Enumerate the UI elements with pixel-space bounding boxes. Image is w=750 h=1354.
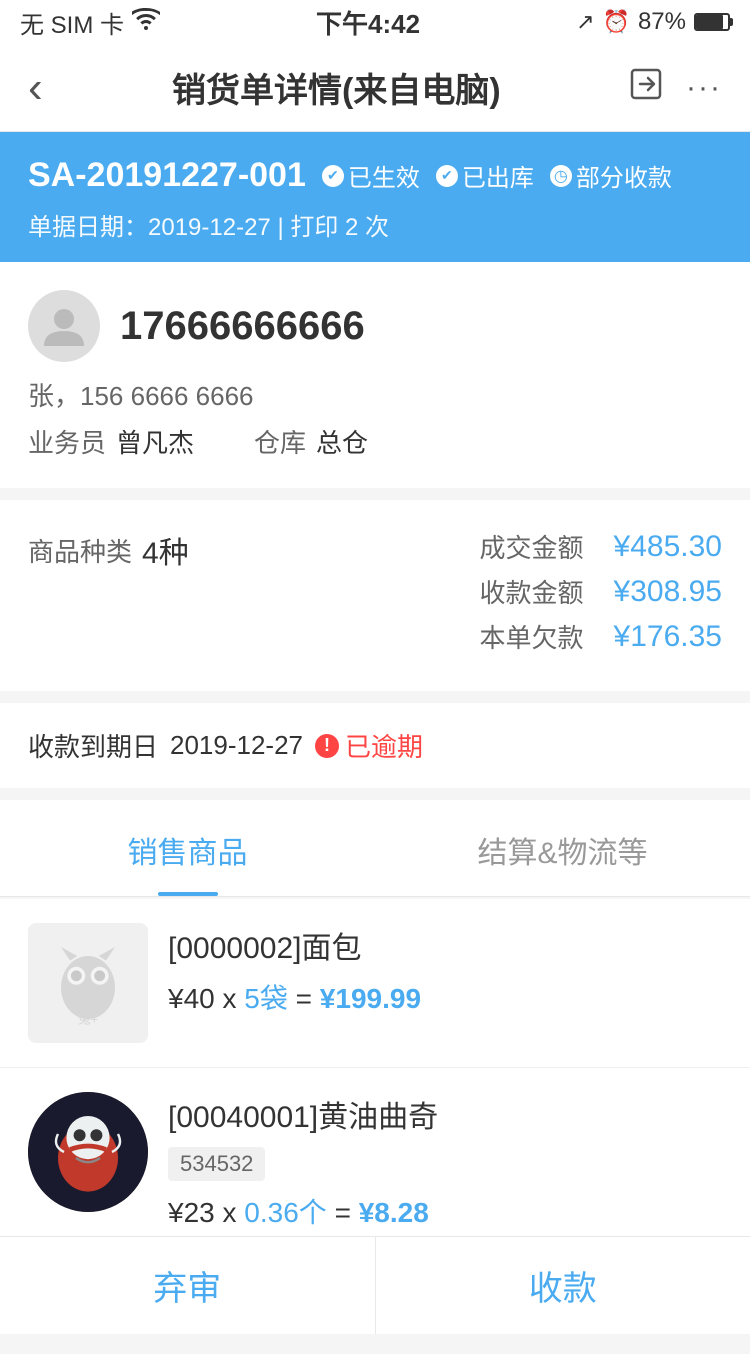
warehouse-name: 总仓 — [316, 423, 368, 460]
product-name-1: [0000002]面包 — [168, 923, 722, 967]
location-icon: ↗ — [576, 9, 594, 35]
badge-shipped: ✔ 已出库 — [436, 158, 534, 193]
order-header: SA-20191227-001 ✔ 已生效 ✔ 已出库 ◷ 部分收款 单据日期：… — [0, 132, 750, 262]
badge-effective-label: 已生效 — [348, 158, 420, 193]
product-price-1: ¥40 x 5袋 = ¥199.99 — [168, 977, 722, 1017]
badge-effective: ✔ 已生效 — [322, 158, 420, 193]
back-button[interactable]: ‹ — [28, 63, 43, 113]
product-item-2: [00040001]黄油曲奇 534532 ¥23 x 0.36个 = ¥8.2… — [0, 1068, 750, 1256]
order-id: SA-20191227-001 — [28, 156, 306, 195]
due-section: 收款到期日 2019-12-27 ! 已逾期 — [0, 703, 750, 788]
staff-name: 曾凡杰 — [116, 423, 194, 460]
customer-staff: 业务员 曾凡杰 仓库 总仓 — [28, 423, 722, 460]
collect-button[interactable]: 收款 — [376, 1237, 750, 1334]
product-item: 兔+ [0000002]面包 ¥40 x 5袋 = ¥199.99 — [0, 899, 750, 1068]
status-bar: 无 SIM 卡 下午4:42 ↗ ⏰ 87% — [0, 0, 750, 44]
collected-row: 收款金额 ¥308.95 — [480, 573, 722, 610]
unit-price-2: ¥23 — [168, 1197, 215, 1228]
summary-row: 商品种类 4种 成交金额 ¥485.30 收款金额 ¥308.95 本单欠款 ¥… — [28, 528, 722, 663]
bottom-bar: 弃审 收款 — [0, 1236, 750, 1334]
quantity-2: 0.36个 — [244, 1197, 327, 1228]
owed-value: ¥176.35 — [614, 620, 722, 654]
battery-icon — [694, 13, 730, 31]
summary-right: 成交金额 ¥485.30 收款金额 ¥308.95 本单欠款 ¥176.35 — [480, 528, 722, 663]
collected-label: 收款金额 — [480, 573, 584, 610]
summary-section: 商品种类 4种 成交金额 ¥485.30 收款金额 ¥308.95 本单欠款 ¥… — [0, 500, 750, 691]
product-types-label: 商品种类 — [28, 532, 132, 569]
wifi-icon — [132, 8, 160, 37]
collect-label: 收款 — [529, 1261, 597, 1310]
nav-left: ‹ — [28, 63, 43, 113]
customer-phone: 17666666666 — [120, 304, 365, 349]
product-types-value: 4种 — [142, 528, 189, 572]
check-icon-effective: ✔ — [322, 165, 344, 187]
quantity-1: 5袋 — [244, 983, 288, 1014]
tabs-header: 销售商品 结算&物流等 — [0, 800, 750, 897]
alarm-icon: ⏰ — [603, 9, 630, 35]
product-info-1: [0000002]面包 ¥40 x 5袋 = ¥199.99 — [168, 923, 722, 1017]
tabs-section: 销售商品 结算&物流等 — [0, 800, 750, 897]
svg-text:兔+: 兔+ — [78, 1013, 98, 1027]
products-section: 兔+ [0000002]面包 ¥40 x 5袋 = ¥199.99 — [0, 899, 750, 1256]
page-title: 销货单详情(来自电脑) — [172, 63, 501, 112]
owed-label: 本单欠款 — [480, 618, 584, 655]
order-meta: 单据日期：2019-12-27 | 打印 2 次 — [28, 207, 722, 242]
product-sku-2: 534532 — [168, 1147, 265, 1181]
product-thumb-2 — [28, 1092, 148, 1212]
summary-left: 商品种类 4种 — [28, 528, 189, 572]
clock-icon-partial: ◷ — [550, 165, 572, 187]
collected-value: ¥308.95 — [614, 575, 722, 609]
nav-bar: ‹ 销货单详情(来自电脑) ··· — [0, 44, 750, 132]
check-icon-shipped: ✔ — [436, 165, 458, 187]
badge-shipped-label: 已出库 — [462, 158, 534, 193]
total-price-1: ¥199.99 — [320, 983, 421, 1014]
reject-button[interactable]: 弃审 — [0, 1237, 376, 1334]
product-code-1: [0000002] — [168, 932, 301, 965]
order-date: 单据日期：2019-12-27 — [28, 214, 271, 241]
order-print: | 打印 2 次 — [277, 214, 389, 241]
product-types-row: 商品种类 4种 — [28, 528, 189, 572]
tab-sales[interactable]: 销售商品 — [0, 800, 375, 896]
owed-row: 本单欠款 ¥176.35 — [480, 618, 722, 655]
status-badges: ✔ 已生效 ✔ 已出库 ◷ 部分收款 — [322, 158, 672, 193]
warehouse-item: 仓库 总仓 — [254, 423, 368, 460]
tab-settle-label: 结算&物流等 — [477, 837, 647, 870]
customer-name: 张，156 6666 6666 — [28, 376, 722, 413]
product-price-2: ¥23 x 0.36个 = ¥8.28 — [168, 1191, 722, 1231]
product-info-2: [00040001]黄油曲奇 534532 ¥23 x 0.36个 = ¥8.2… — [168, 1092, 722, 1231]
share-icon[interactable] — [630, 68, 662, 108]
tab-settle[interactable]: 结算&物流等 — [375, 800, 750, 896]
warehouse-label: 仓库 — [254, 423, 306, 460]
product-code-2: [00040001] — [168, 1101, 318, 1134]
order-header-top: SA-20191227-001 ✔ 已生效 ✔ 已出库 ◷ 部分收款 — [28, 156, 722, 195]
nav-right: ··· — [630, 68, 722, 108]
status-time: 下午4:42 — [316, 4, 420, 41]
product-name-2: [00040001]黄油曲奇 — [168, 1092, 722, 1136]
overdue-badge: ! 已逾期 — [315, 727, 423, 764]
customer-top: 17666666666 — [28, 290, 722, 362]
reject-label: 弃审 — [153, 1261, 221, 1310]
tab-sales-label: 销售商品 — [128, 837, 248, 870]
staff-item: 业务员 曾凡杰 — [28, 423, 194, 460]
deal-amount-label: 成交金额 — [480, 528, 584, 565]
avatar — [28, 290, 100, 362]
overdue-icon: ! — [315, 734, 339, 758]
no-sim-text: 无 SIM 卡 — [20, 5, 124, 40]
overdue-label: 已逾期 — [345, 727, 423, 764]
due-date-label: 收款到期日 — [28, 727, 158, 764]
status-left: 无 SIM 卡 — [20, 5, 160, 40]
badge-partial-label: 部分收款 — [576, 158, 672, 193]
due-date-value: 2019-12-27 — [170, 730, 303, 761]
unit-price-1: ¥40 — [168, 983, 215, 1014]
product-thumb-1: 兔+ — [28, 923, 148, 1043]
more-icon[interactable]: ··· — [686, 71, 722, 105]
deal-amount-value: ¥485.30 — [614, 530, 722, 564]
total-price-2: ¥8.28 — [359, 1197, 429, 1228]
badge-partial: ◷ 部分收款 — [550, 158, 672, 193]
status-right: ↗ ⏰ 87% — [576, 8, 730, 36]
deal-amount-row: 成交金额 ¥485.30 — [480, 528, 722, 565]
battery-text: 87% — [638, 8, 686, 36]
staff-label: 业务员 — [28, 423, 106, 460]
customer-section: 17666666666 张，156 6666 6666 业务员 曾凡杰 仓库 总… — [0, 262, 750, 488]
